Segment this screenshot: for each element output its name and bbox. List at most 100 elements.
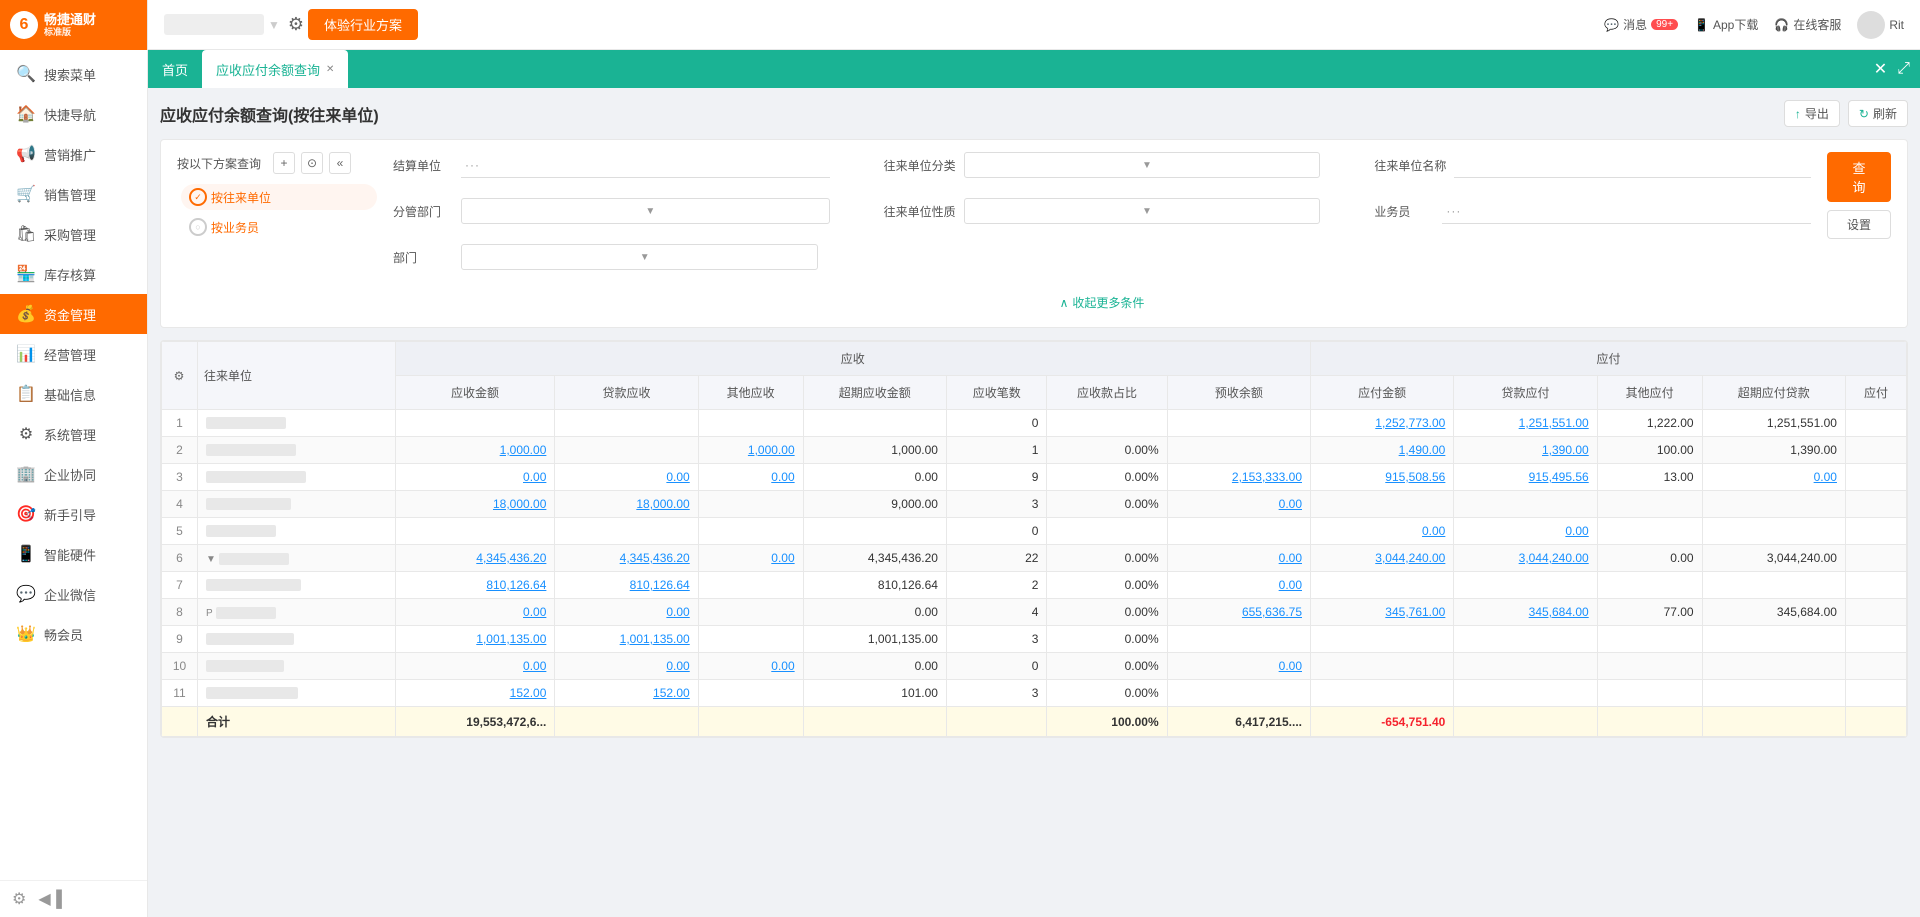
sidebar-item-guide[interactable]: 🎯 新手引导 <box>0 494 147 534</box>
partner-name-input[interactable] <box>1454 152 1811 178</box>
sidebar-item-inventory[interactable]: 🏪 库存核算 <box>0 254 147 294</box>
salesperson-input[interactable]: ··· <box>1442 198 1811 224</box>
collapse-sidebar-icon[interactable]: ◀▐ <box>38 889 62 909</box>
data-table: ⚙ 往来单位 应收 应付 应收金额 贷款应收 其他应收 超期应收金额 应收笔数 … <box>161 341 1907 737</box>
td-pay <box>1845 626 1906 653</box>
td-recv-count: 0 <box>946 410 1046 437</box>
settlement-label: 结算单位 <box>393 157 453 174</box>
partner-nature-select[interactable]: ▼ <box>964 198 1321 224</box>
settings-footer-icon[interactable]: ⚙ <box>12 889 26 909</box>
promo-button[interactable]: 体验行业方案 <box>308 9 418 40</box>
td-seq: 10 <box>162 653 198 680</box>
td-other-pay: 13.00 <box>1597 464 1702 491</box>
scheme-salesperson-label: 按业务员 <box>211 219 259 236</box>
settlement-input[interactable]: ··· <box>461 152 830 178</box>
partner-name-field[interactable] <box>1458 158 1807 172</box>
sidebar-item-baseinfo[interactable]: 📋 基础信息 <box>0 374 147 414</box>
home-icon: 🏠 <box>16 104 36 124</box>
sidebar-item-member[interactable]: 👑 畅会员 <box>0 614 147 654</box>
refresh-icon: ↻ <box>1859 107 1869 121</box>
td-recv-count: 3 <box>946 491 1046 518</box>
partner-name-label: 往来单位名称 <box>1374 157 1446 174</box>
query-button[interactable]: 查询 <box>1827 152 1891 202</box>
messages-label: 消息 <box>1623 16 1647 33</box>
tfoot-loan-recv <box>555 707 698 737</box>
partner-category-select[interactable]: ▼ <box>964 152 1321 178</box>
sidebar-item-operations[interactable]: 📊 经营管理 <box>0 334 147 374</box>
sidebar-item-purchase[interactable]: 🛍 采购管理 <box>0 214 147 254</box>
td-partner <box>198 626 396 653</box>
tfoot-overdue-pay <box>1702 707 1845 737</box>
td-partner: P <box>198 599 396 626</box>
sidebar-item-sales[interactable]: 🛒 销售管理 <box>0 174 147 214</box>
sidebar-item-enterprise[interactable]: 🏢 企业协同 <box>0 454 147 494</box>
td-loan-recv: 1,001,135.00 <box>555 626 698 653</box>
sidebar-item-finance[interactable]: 💰 资金管理 <box>0 294 147 334</box>
refresh-button[interactable]: ↻ 刷新 <box>1848 100 1908 127</box>
sidebar-item-label: 企业协同 <box>44 465 96 484</box>
filter-dept: 部门 ▼ <box>393 244 818 270</box>
collapse-filter-btn[interactable]: ∧ 收起更多条件 <box>1060 294 1145 311</box>
sidebar-item-quicknav[interactable]: 🏠 快捷导航 <box>0 94 147 134</box>
td-overdue-pay <box>1702 572 1845 599</box>
filter-collapse-btn[interactable]: « <box>329 152 351 174</box>
table-row: 9 1,001,135.00 1,001,135.00 1,001,135.00… <box>162 626 1907 653</box>
filter-scheme-by-partner[interactable]: ✓ 按往来单位 <box>181 184 377 210</box>
chevron-down-icon3: ▼ <box>1142 206 1311 217</box>
settlement-dots[interactable]: ··· <box>465 158 480 172</box>
add-filter-btn[interactable]: + <box>273 152 295 174</box>
tab-close-icon[interactable]: ✕ <box>326 64 334 75</box>
sidebar-item-label: 畅会员 <box>44 625 83 644</box>
th-other-recv: 其他应收 <box>698 376 803 410</box>
tab-close-window-icon[interactable]: ✕ <box>1874 59 1887 79</box>
online-service-item[interactable]: 🎧 在线客服 <box>1774 16 1841 33</box>
table-row: 7 810,126.64 810,126.64 810,126.64 2 0.0… <box>162 572 1907 599</box>
header-settings-icon[interactable]: ⚙ <box>288 14 304 35</box>
td-overdue-pay: 1,251,551.00 <box>1702 410 1845 437</box>
sidebar-item-marketing[interactable]: 📢 营销推广 <box>0 134 147 174</box>
td-overdue-pay <box>1702 626 1845 653</box>
messages-item[interactable]: 💬 消息 99+ <box>1604 16 1678 33</box>
th-settings: ⚙ <box>162 342 198 410</box>
td-recv-amt <box>395 518 555 545</box>
td-overdue-recv: 9,000.00 <box>803 491 946 518</box>
tab-home[interactable]: 首页 <box>148 50 202 88</box>
settings-button[interactable]: 设置 <box>1827 210 1891 239</box>
sidebar-item-label: 企业微信 <box>44 585 96 604</box>
filter-dept-manager: 分管部门 ▼ <box>393 198 830 224</box>
tab-home-label: 首页 <box>162 60 188 79</box>
sidebar-item-wechat[interactable]: 💬 企业微信 <box>0 574 147 614</box>
td-other-pay <box>1597 626 1702 653</box>
dept-manager-select[interactable]: ▼ <box>461 198 830 224</box>
tab-arquery[interactable]: 应收应付余额查询 ✕ <box>202 50 348 88</box>
td-recv-count: 0 <box>946 653 1046 680</box>
sidebar-item-search[interactable]: 🔍 搜索菜单 <box>0 54 147 94</box>
table-settings-icon[interactable]: ⚙ <box>168 365 190 387</box>
td-recv-ratio: 0.00% <box>1047 680 1167 707</box>
filter-partner-category: 往来单位分类 ▼ <box>884 152 1321 178</box>
sidebar-footer: ⚙ ◀▐ <box>0 880 147 917</box>
filter-partner-name: 往来单位名称 <box>1374 152 1811 178</box>
td-loan-pay: 1,390.00 <box>1454 437 1597 464</box>
td-recv-ratio: 0.00% <box>1047 572 1167 599</box>
td-recv-amt: 18,000.00 <box>395 491 555 518</box>
td-prepay-bal <box>1167 680 1310 707</box>
app-download-item[interactable]: 📱 App下载 <box>1694 16 1758 33</box>
table-row: 11 152.00 152.00 101.00 3 0.00% <box>162 680 1907 707</box>
user-profile[interactable]: Rit <box>1857 11 1904 39</box>
salesperson-dots[interactable]: ··· <box>1446 204 1461 218</box>
filter-scheme-by-salesperson[interactable]: ○ 按业务员 <box>181 214 377 240</box>
td-other-pay <box>1597 680 1702 707</box>
sidebar-item-label: 库存核算 <box>44 265 96 284</box>
filter-settings-btn[interactable]: ⊙ <box>301 152 323 174</box>
tab-maximize-icon[interactable]: ⤢ <box>1897 60 1910 78</box>
sidebar-item-hardware[interactable]: 📱 智能硬件 <box>0 534 147 574</box>
td-recv-ratio: 0.00% <box>1047 626 1167 653</box>
dept-select[interactable]: ▼ <box>461 244 818 270</box>
td-partner <box>198 410 396 437</box>
export-button[interactable]: ↑ 导出 <box>1784 100 1840 127</box>
table-row: 10 0.00 0.00 0.00 0.00 0 0.00% 0.00 <box>162 653 1907 680</box>
tab-arquery-label: 应收应付余额查询 <box>216 60 320 79</box>
td-overdue-pay: 345,684.00 <box>1702 599 1845 626</box>
sidebar-item-system[interactable]: ⚙ 系统管理 <box>0 414 147 454</box>
